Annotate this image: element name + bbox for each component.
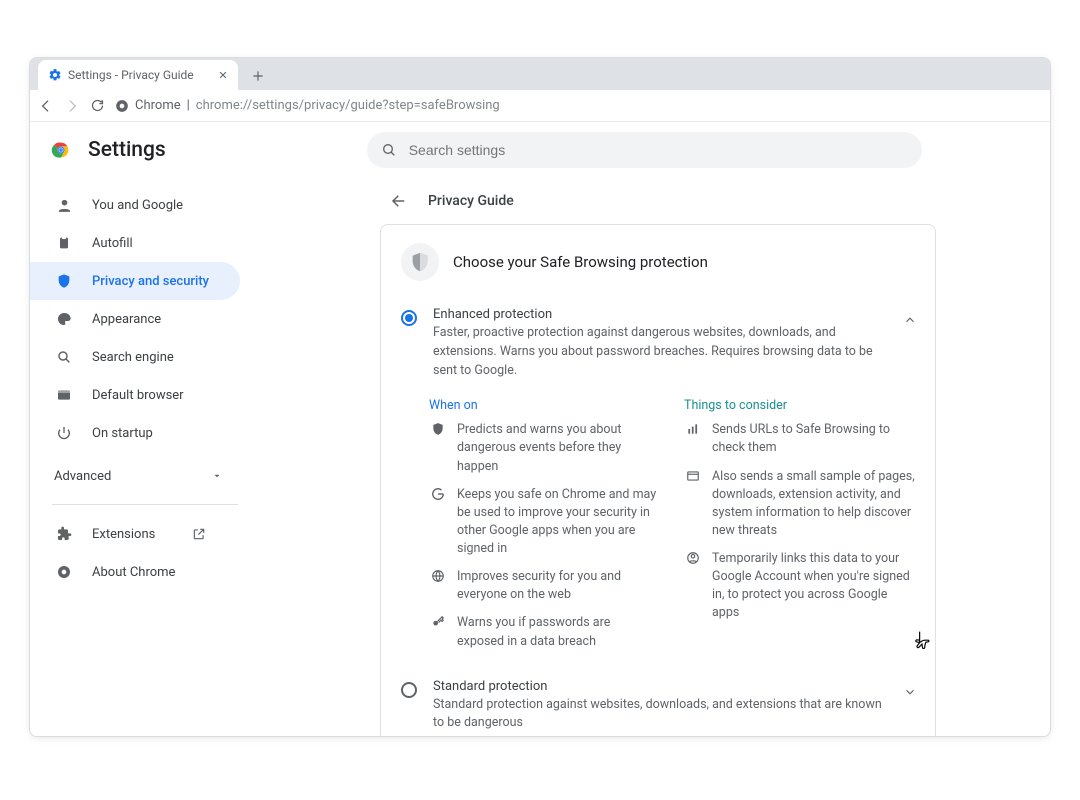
account-icon [684, 550, 702, 623]
things-to-consider-heading: Things to consider [684, 398, 915, 413]
browser-tab[interactable]: Settings - Privacy Guide [38, 60, 238, 90]
open-external-icon [192, 527, 206, 541]
tab-strip: Settings - Privacy Guide [30, 58, 1050, 90]
sidebar-item-label: Autofill [92, 236, 133, 251]
google-g-icon [429, 486, 447, 559]
sidebar-item-extensions[interactable]: Extensions [30, 515, 240, 553]
card-title: Choose your Safe Browsing protection [453, 253, 708, 271]
option-description: Faster, proactive protection against dan… [433, 324, 915, 380]
sidebar-item-privacy-security[interactable]: Privacy and security [30, 262, 240, 300]
nav-back-icon[interactable] [38, 98, 54, 114]
search-icon [381, 142, 397, 158]
url-label: Chrome [135, 98, 181, 113]
security-icon [429, 421, 447, 475]
puzzle-icon [54, 526, 74, 542]
browser-toolbar: Chrome | chrome://settings/privacy/guide… [30, 90, 1050, 122]
address-bar[interactable]: Chrome | chrome://settings/privacy/guide… [115, 98, 1042, 113]
shield-badge-icon [401, 243, 439, 281]
settings-sidebar: You and Google Autofill Privacy and secu… [30, 178, 260, 736]
back-arrow-icon[interactable] [390, 192, 408, 210]
enhanced-details: When on Predicts and warns you about dan… [381, 392, 935, 668]
option-title: Enhanced protection [433, 307, 915, 322]
close-tab-icon[interactable] [218, 70, 228, 80]
sidebar-item-you-and-google[interactable]: You and Google [30, 186, 240, 224]
bars-icon [684, 421, 702, 457]
search-input[interactable] [409, 142, 908, 158]
sidebar-item-about-chrome[interactable]: About Chrome [30, 553, 240, 591]
sidebar-advanced-toggle[interactable]: Advanced [30, 456, 260, 496]
site-identity-icon [115, 99, 129, 113]
sidebar-item-search-engine[interactable]: Search engine [30, 338, 240, 376]
new-tab-button[interactable] [244, 62, 272, 90]
chevron-up-icon[interactable] [903, 313, 917, 327]
shield-icon [54, 273, 74, 289]
when-on-heading: When on [429, 398, 660, 413]
nav-forward-icon[interactable] [64, 98, 80, 114]
option-enhanced-protection[interactable]: Enhanced protection Faster, proactive pr… [381, 297, 935, 392]
browser-icon [54, 387, 74, 403]
sidebar-item-on-startup[interactable]: On startup [30, 414, 240, 452]
safe-browsing-card: Choose your Safe Browsing protection Enh… [380, 224, 936, 737]
chevron-down-icon [212, 471, 222, 481]
page-title: Settings [88, 138, 166, 162]
key-icon [429, 614, 447, 650]
sidebar-item-label: Appearance [92, 312, 161, 327]
sidebar-item-label: About Chrome [92, 565, 175, 580]
breadcrumb-title: Privacy Guide [428, 193, 514, 209]
chrome-icon [54, 564, 74, 580]
sidebar-item-label: Extensions [92, 527, 155, 542]
radio-selected-icon[interactable] [401, 310, 417, 326]
sidebar-item-appearance[interactable]: Appearance [30, 300, 240, 338]
palette-icon [54, 311, 74, 327]
sidebar-item-label: Privacy and security [92, 274, 209, 289]
sidebar-item-default-browser[interactable]: Default browser [30, 376, 240, 414]
sidebar-item-label: You and Google [92, 198, 183, 213]
sidebar-item-label: Default browser [92, 388, 184, 403]
globe-icon [429, 568, 447, 604]
option-title: Standard protection [433, 679, 915, 694]
reload-icon[interactable] [90, 98, 105, 113]
chevron-down-icon[interactable] [903, 685, 917, 699]
option-standard-protection[interactable]: Standard protection Standard protection … [381, 669, 935, 737]
search-settings[interactable] [367, 132, 922, 168]
tab-title: Settings - Privacy Guide [68, 68, 194, 82]
chrome-logo-icon [50, 139, 72, 161]
gear-icon [48, 68, 62, 82]
power-icon [54, 425, 74, 441]
clipboard-icon [54, 235, 74, 251]
sidebar-item-label: On startup [92, 426, 153, 441]
sidebar-item-label: Search engine [92, 350, 174, 365]
sidebar-item-autofill[interactable]: Autofill [30, 224, 240, 262]
person-icon [54, 197, 74, 214]
search-icon [54, 349, 74, 365]
option-description: Standard protection against websites, do… [433, 696, 915, 734]
window-icon [684, 468, 702, 541]
radio-unselected-icon[interactable] [401, 682, 417, 698]
